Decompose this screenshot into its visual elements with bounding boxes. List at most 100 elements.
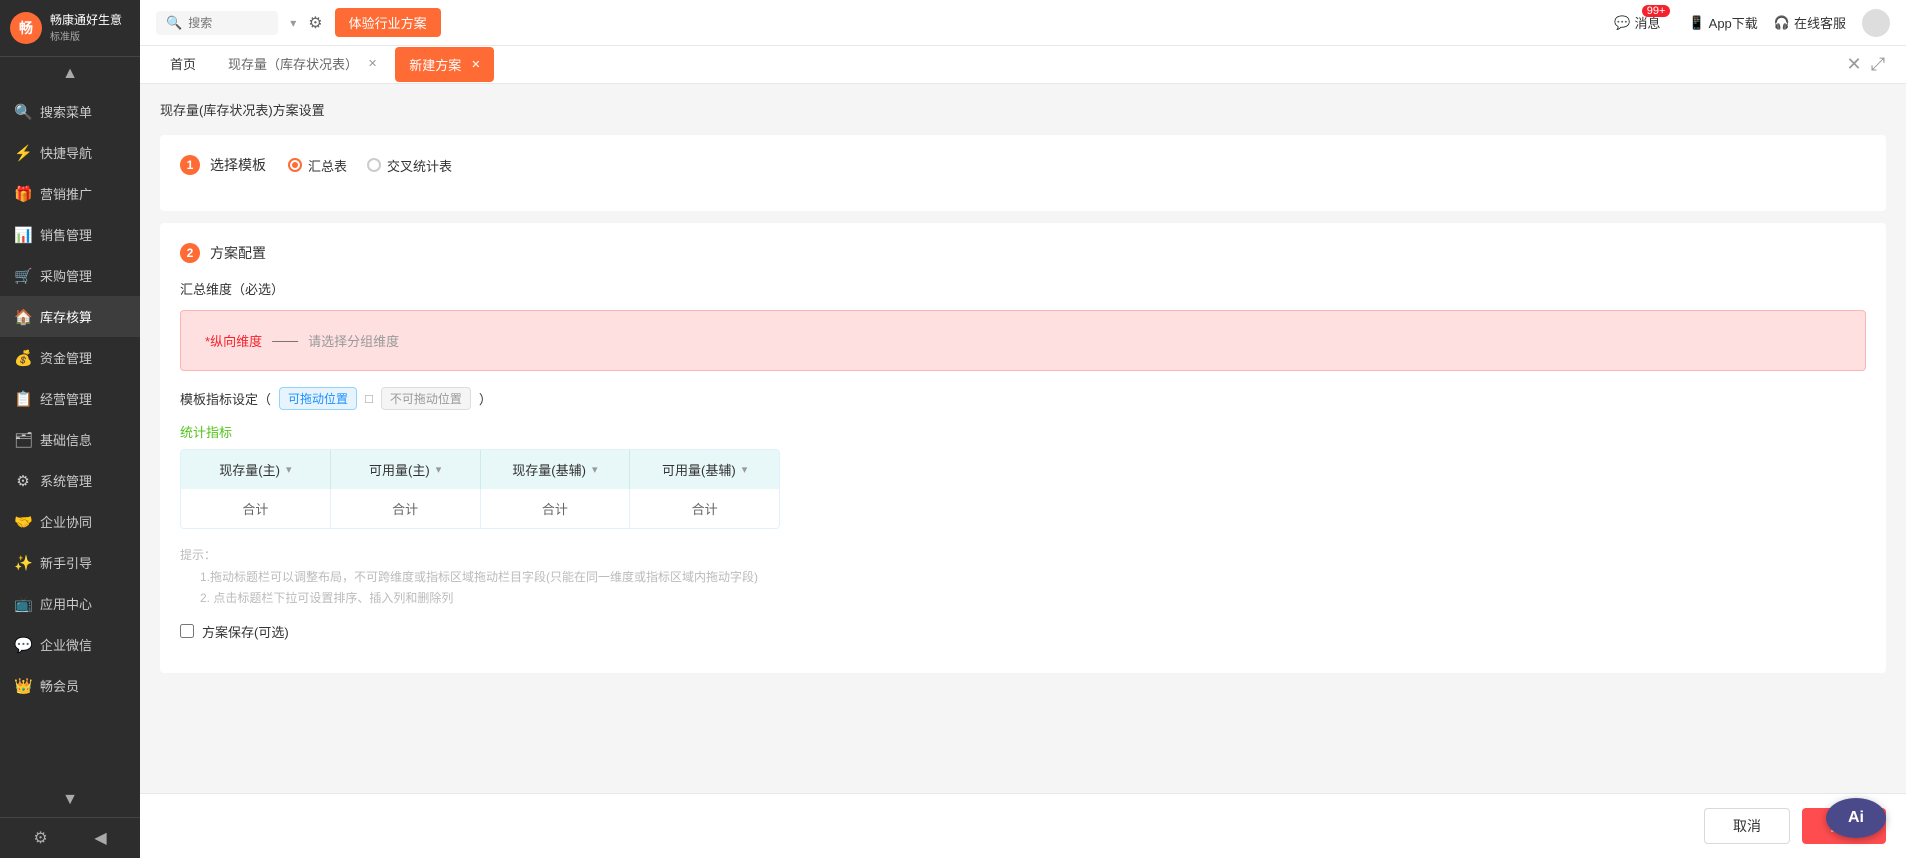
step2-title: 方案配置 — [210, 243, 266, 263]
search-icon: 🔍 — [166, 15, 182, 31]
step2-header: 2 方案配置 — [180, 243, 1866, 263]
footer: 取消 查询 — [140, 793, 1906, 858]
tab-new-plan-close-icon[interactable]: ✕ — [471, 58, 480, 71]
sidebar-item-label: 库存核算 — [40, 307, 92, 326]
radio-summary[interactable]: 汇总表 — [288, 156, 347, 175]
col0-chevron-icon[interactable]: ▾ — [286, 463, 292, 476]
sidebar-item-enterprise[interactable]: 🤝 企业协同 — [0, 501, 140, 542]
panel-expand-button[interactable]: ⤢ — [1866, 53, 1890, 77]
col-current-main[interactable]: 现存量(主) ▾ — [181, 450, 331, 489]
save-checkbox-label: 方案保存(可选) — [202, 622, 289, 641]
dimension-dash: —— — [272, 333, 298, 348]
col1-chevron-icon[interactable]: ▾ — [436, 463, 442, 476]
sidebar-scroll-up[interactable]: ▲ — [0, 57, 140, 91]
sidebar-item-wechat[interactable]: 💬 企业微信 — [0, 624, 140, 665]
message-button[interactable]: 💬 消息 99+ — [1614, 13, 1660, 32]
tab-inventory-label: 现存量（库存状况表） — [228, 54, 358, 73]
sidebar-item-purchase[interactable]: 🛒 采购管理 — [0, 255, 140, 296]
col-available-main[interactable]: 可用量(主) ▾ — [331, 450, 481, 489]
sidebar-item-label: 采购管理 — [40, 266, 92, 285]
purchase-icon: 🛒 — [14, 267, 32, 285]
online-service-button[interactable]: 🎧 在线客服 — [1774, 13, 1846, 32]
step1-header: 1 选择模板 汇总表 交叉统计表 — [180, 155, 1866, 175]
finance-icon: 💰 — [14, 349, 32, 367]
sidebar-item-label: 系统管理 — [40, 471, 92, 490]
sidebar-item-member[interactable]: 👑 畅会员 — [0, 665, 140, 706]
header: 🔍 ▾ ⚙ 体验行业方案 💬 消息 99+ 📱 App下载 🎧 在线客服 — [140, 0, 1906, 46]
user-avatar[interactable] — [1862, 9, 1890, 37]
col3-chevron-icon[interactable]: ▾ — [742, 463, 748, 476]
sidebar-item-quicknav[interactable]: ⚡ 快捷导航 — [0, 132, 140, 173]
non-draggable-tag: 不可拖动位置 — [381, 387, 471, 410]
enterprise-icon: 🤝 — [14, 513, 32, 531]
dropdown-button[interactable]: ▾ — [290, 16, 296, 30]
collapse-button[interactable]: ◀ — [94, 828, 106, 848]
tips-item-0: 1.拖动标题栏可以调整布局，不可跨维度或指标区域拖动栏目字段(只能在同一维度或指… — [200, 567, 1866, 589]
app-icon: 📱 — [1688, 15, 1704, 31]
marketing-icon: 🎁 — [14, 185, 32, 203]
tab-new-plan-label: 新建方案 — [409, 55, 461, 74]
sidebar-item-management[interactable]: 📋 经营管理 — [0, 378, 140, 419]
dimension-area[interactable]: *纵向维度 —— 请选择分组维度 — [180, 310, 1866, 371]
vertical-dimension-label: *纵向维度 — [205, 331, 262, 350]
section-step1: 1 选择模板 汇总表 交叉统计表 — [160, 135, 1886, 211]
sidebar-item-label: 基础信息 — [40, 430, 92, 449]
sidebar-item-appstore[interactable]: 📺 应用中心 — [0, 583, 140, 624]
col-available-aux[interactable]: 可用量(基辅) ▾ — [630, 450, 779, 489]
tab-new-plan[interactable]: 新建方案 ✕ — [395, 47, 494, 82]
stats-label: 统计指标 — [180, 422, 1866, 441]
tips-section: 提示： 1.拖动标题栏可以调整布局，不可跨维度或指标区域拖动栏目字段(只能在同一… — [180, 545, 1866, 610]
dimension-placeholder: 请选择分组维度 — [308, 331, 399, 350]
sidebar-item-label: 搜索菜单 — [40, 102, 92, 121]
sidebar-item-basic-info[interactable]: 🗂 基础信息 — [0, 419, 140, 460]
panel-close-button[interactable]: ✕ — [1842, 53, 1866, 77]
radio-cross-stats[interactable]: 交叉统计表 — [367, 156, 452, 175]
sidebar-item-label: 营销推广 — [40, 184, 92, 203]
ai-button[interactable]: Ai — [1826, 798, 1886, 838]
tab-inventory-status[interactable]: 现存量（库存状况表） ✕ — [214, 46, 391, 83]
indicator-settings-label: 模板指标设定（ 可拖动位置 □ 不可拖动位置 ） — [180, 387, 1866, 410]
settings-bottom-button[interactable]: ⚙ — [33, 828, 47, 848]
sidebar-item-sales[interactable]: 📊 销售管理 — [0, 214, 140, 255]
sidebar-item-label: 应用中心 — [40, 594, 92, 613]
scroll-up-button[interactable]: ▲ — [58, 61, 82, 87]
app-label: App下载 — [1709, 13, 1758, 32]
cancel-button[interactable]: 取消 — [1704, 808, 1790, 844]
header-right: 💬 消息 99+ 📱 App下载 🎧 在线客服 — [1614, 9, 1890, 37]
sidebar-item-newbie[interactable]: ✨ 新手引导 — [0, 542, 140, 583]
sidebar-item-label: 企业协同 — [40, 512, 92, 531]
tab-inventory-close-icon[interactable]: ✕ — [368, 57, 377, 70]
col-current-aux[interactable]: 现存量(基辅) ▾ — [481, 450, 631, 489]
appstore-icon: 📺 — [14, 595, 32, 613]
basic-info-icon: 🗂 — [14, 431, 32, 449]
save-checkbox[interactable] — [180, 624, 194, 638]
sidebar-item-inventory[interactable]: 🏠 库存核算 — [0, 296, 140, 337]
col2-chevron-icon[interactable]: ▾ — [592, 463, 598, 476]
sidebar-scroll-down[interactable]: ▼ — [0, 783, 140, 817]
trial-btn[interactable]: 体验行业方案 — [335, 8, 441, 37]
radio-summary-label: 汇总表 — [308, 156, 347, 175]
step1-title: 选择模板 — [210, 155, 266, 175]
sidebar-item-search[interactable]: 🔍 搜索菜单 — [0, 91, 140, 132]
quicknav-icon: ⚡ — [14, 144, 32, 162]
sidebar-item-label: 企业微信 — [40, 635, 92, 654]
sidebar-item-finance[interactable]: 💰 资金管理 — [0, 337, 140, 378]
gear-button[interactable]: ⚙ — [308, 13, 322, 33]
service-label: 在线客服 — [1794, 13, 1846, 32]
app-download-button[interactable]: 📱 App下载 — [1688, 13, 1757, 32]
tab-home[interactable]: 首页 — [156, 46, 210, 83]
search-input[interactable] — [188, 16, 268, 30]
ai-label: Ai — [1848, 809, 1864, 827]
tips-item-1: 2. 点击标题栏下拉可设置排序、插入列和删除列 — [200, 588, 1866, 610]
scroll-down-button[interactable]: ▼ — [58, 787, 82, 813]
col-available-main-label: 可用量(主) — [369, 460, 430, 479]
template-radio-group: 汇总表 交叉统计表 — [288, 156, 452, 175]
sidebar-item-marketing[interactable]: 🎁 营销推广 — [0, 173, 140, 214]
stats-table-header: 现存量(主) ▾ 可用量(主) ▾ 现存量(基辅) ▾ 可用量(基辅) — [181, 450, 779, 489]
summary-dimension-label: 汇总维度（必选） — [180, 279, 1866, 298]
search-icon: 🔍 — [14, 103, 32, 121]
sidebar-item-label: 经营管理 — [40, 389, 92, 408]
message-badge: 99+ — [1642, 5, 1671, 17]
app-name: 畅康通好生意 — [50, 13, 122, 29]
sidebar-item-system[interactable]: ⚙ 系统管理 — [0, 460, 140, 501]
